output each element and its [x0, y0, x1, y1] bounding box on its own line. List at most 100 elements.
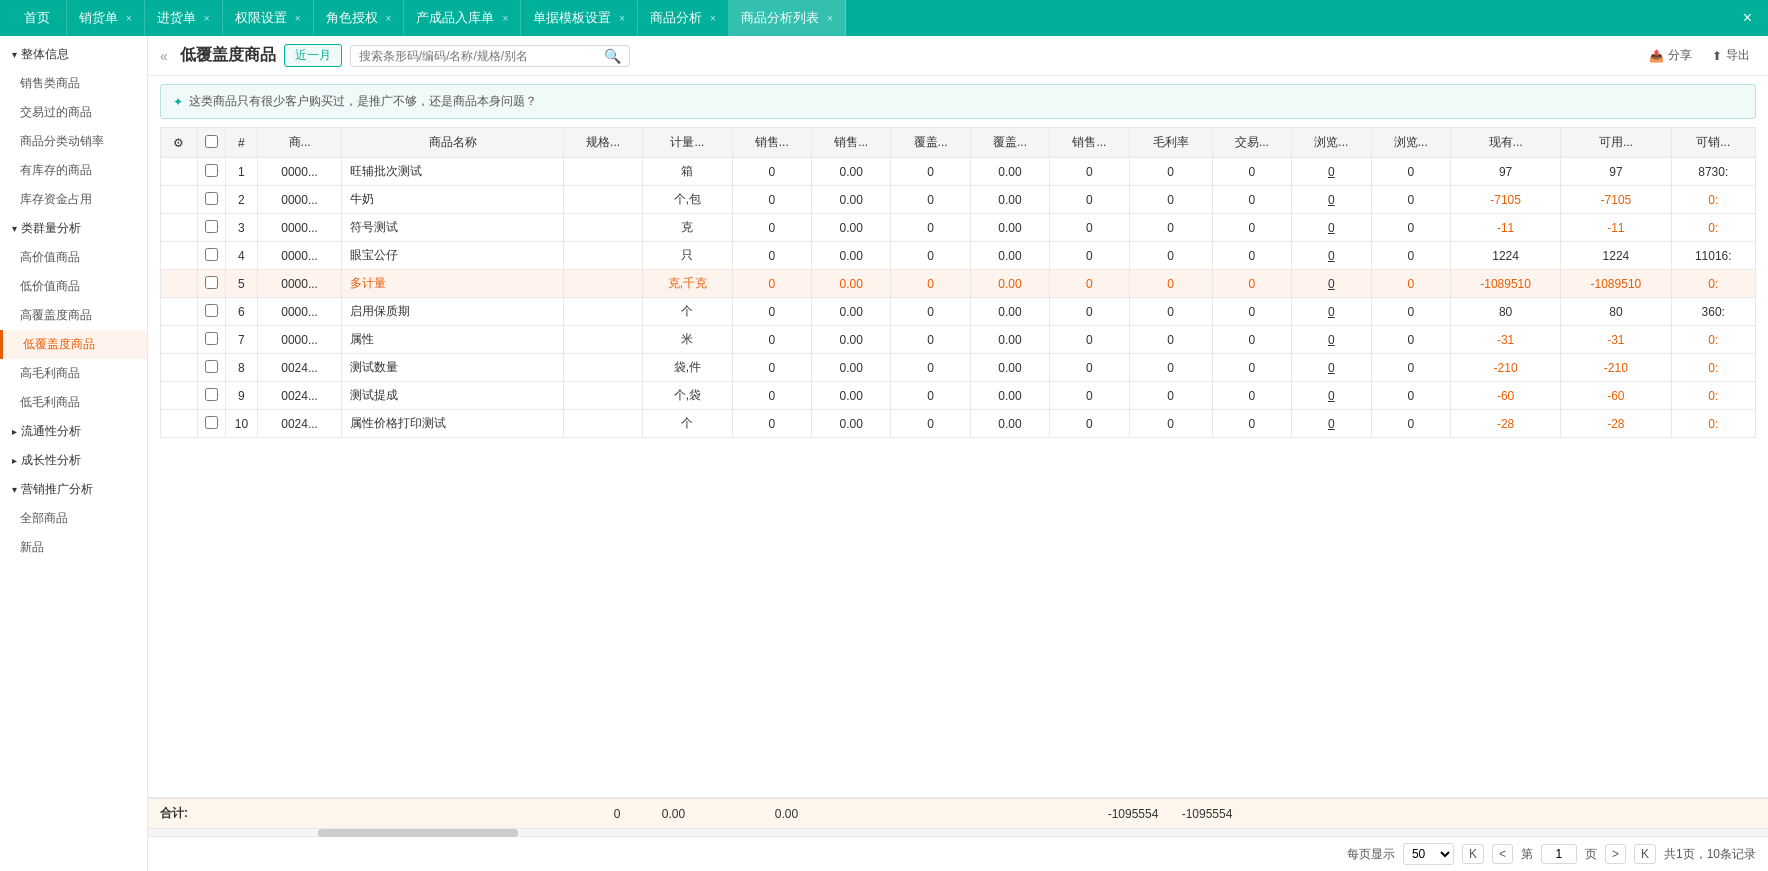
nav-tab-analysis-list[interactable]: 商品分析列表 ×	[729, 0, 846, 36]
sidebar-item-stock-capital[interactable]: 库存资金占用	[0, 185, 147, 214]
td-checkbox[interactable]	[197, 326, 225, 354]
browse1-link[interactable]: 0	[1328, 361, 1335, 375]
nav-tab-product-entry[interactable]: 产成品入库单 ×	[404, 0, 521, 36]
browse1-link[interactable]: 0	[1328, 249, 1335, 263]
td-settings	[161, 270, 198, 298]
td-browse1[interactable]: 0	[1292, 298, 1371, 326]
browse1-link[interactable]: 0	[1328, 221, 1335, 235]
nav-tab-template[interactable]: 单据模板设置 ×	[521, 0, 638, 36]
row-checkbox[interactable]	[205, 164, 218, 177]
next-page-button[interactable]: >	[1605, 844, 1626, 864]
row-checkbox[interactable]	[205, 304, 218, 317]
sidebar-section-flow[interactable]: ▸ 流通性分析	[0, 417, 147, 446]
td-browse1[interactable]: 0	[1292, 186, 1371, 214]
sidebar-item-new-goods[interactable]: 新品	[0, 533, 147, 562]
td-browse1[interactable]: 0	[1292, 242, 1371, 270]
sidebar-item-high-coverage[interactable]: 高覆盖度商品	[0, 301, 147, 330]
table-row: 3 0000... 符号测试 克 0 0.00 0 0.00 0 0 0 0 0…	[161, 214, 1756, 242]
td-checkbox[interactable]	[197, 298, 225, 326]
td-checkbox[interactable]	[197, 214, 225, 242]
sidebar-item-stock-goods[interactable]: 有库存的商品	[0, 156, 147, 185]
sidebar-item-low-value[interactable]: 低价值商品	[0, 272, 147, 301]
td-checkbox[interactable]	[197, 242, 225, 270]
nav-tab-analysis-list-close[interactable]: ×	[827, 13, 833, 24]
page-number-input[interactable]	[1541, 844, 1577, 864]
row-checkbox[interactable]	[205, 388, 218, 401]
td-checkbox[interactable]	[197, 382, 225, 410]
th-settings[interactable]: ⚙	[161, 128, 198, 158]
td-sales3: 0	[1050, 298, 1129, 326]
td-browse1[interactable]: 0	[1292, 214, 1371, 242]
nav-tab-template-close[interactable]: ×	[619, 13, 625, 24]
prev-page-button[interactable]: <	[1492, 844, 1513, 864]
sidebar-item-all-goods[interactable]: 全部商品	[0, 504, 147, 533]
td-trade: 0	[1212, 186, 1291, 214]
share-button[interactable]: 📤 分享	[1643, 45, 1698, 66]
nav-tab-purchase-close[interactable]: ×	[204, 13, 210, 24]
sidebar-section-marketing[interactable]: ▾ 营销推广分析	[0, 475, 147, 504]
sidebar-item-low-margin[interactable]: 低毛利商品	[0, 388, 147, 417]
row-checkbox[interactable]	[205, 276, 218, 289]
td-browse1[interactable]: 0	[1292, 382, 1371, 410]
page-size-select[interactable]: 50 100 200	[1403, 843, 1454, 865]
sidebar-item-category-rate[interactable]: 商品分类动销率	[0, 127, 147, 156]
td-checkbox[interactable]	[197, 158, 225, 186]
nav-tab-home[interactable]: 首页	[8, 0, 67, 36]
td-browse1[interactable]: 0	[1292, 158, 1371, 186]
nav-tab-sales[interactable]: 销货单 ×	[67, 0, 145, 36]
nav-tab-sales-close[interactable]: ×	[126, 13, 132, 24]
close-all-button[interactable]: ×	[1735, 9, 1760, 27]
sidebar-section-cluster[interactable]: ▾ 类群量分析	[0, 214, 147, 243]
row-checkbox[interactable]	[205, 416, 218, 429]
collapse-sidebar-button[interactable]: «	[160, 48, 168, 64]
td-sales-amount: 0.00	[811, 214, 890, 242]
browse1-link[interactable]: 0	[1328, 417, 1335, 431]
td-checkbox[interactable]	[197, 354, 225, 382]
nav-tab-permission[interactable]: 权限设置 ×	[223, 0, 314, 36]
td-browse1[interactable]: 0	[1292, 270, 1371, 298]
sidebar-item-traded-goods[interactable]: 交易过的商品	[0, 98, 147, 127]
sidebar-item-low-coverage[interactable]: 低覆盖度商品	[0, 330, 147, 359]
sidebar-section-growth[interactable]: ▸ 成长性分析	[0, 446, 147, 475]
sidebar-item-high-margin[interactable]: 高毛利商品	[0, 359, 147, 388]
browse1-link[interactable]: 0	[1328, 277, 1335, 291]
td-checkbox[interactable]	[197, 186, 225, 214]
nav-tab-role[interactable]: 角色授权 ×	[314, 0, 405, 36]
td-checkbox[interactable]	[197, 270, 225, 298]
last-page-button[interactable]: K	[1634, 844, 1656, 864]
filter-period-button[interactable]: 近一月	[284, 44, 342, 67]
search-icon[interactable]: 🔍	[604, 48, 621, 64]
sidebar-section-overall[interactable]: ▾ 整体信息	[0, 40, 147, 69]
td-checkbox[interactable]	[197, 410, 225, 438]
td-num: 4	[225, 242, 257, 270]
td-current: -210	[1450, 354, 1560, 382]
row-checkbox[interactable]	[205, 192, 218, 205]
export-button[interactable]: ⬆ 导出	[1706, 45, 1756, 66]
row-checkbox[interactable]	[205, 332, 218, 345]
browse1-link[interactable]: 0	[1328, 165, 1335, 179]
nav-tab-permission-close[interactable]: ×	[295, 13, 301, 24]
nav-tab-purchase[interactable]: 进货单 ×	[145, 0, 223, 36]
row-checkbox[interactable]	[205, 220, 218, 233]
td-browse1[interactable]: 0	[1292, 354, 1371, 382]
sidebar-item-high-value[interactable]: 高价值商品	[0, 243, 147, 272]
td-browse1[interactable]: 0	[1292, 410, 1371, 438]
nav-tab-product-entry-close[interactable]: ×	[502, 13, 508, 24]
td-browse1[interactable]: 0	[1292, 326, 1371, 354]
td-current: -60	[1450, 382, 1560, 410]
row-checkbox[interactable]	[205, 360, 218, 373]
nav-tab-role-close[interactable]: ×	[386, 13, 392, 24]
browse1-link[interactable]: 0	[1328, 193, 1335, 207]
browse1-link[interactable]: 0	[1328, 389, 1335, 403]
select-all-checkbox[interactable]	[205, 135, 218, 148]
th-checkbox[interactable]	[197, 128, 225, 158]
nav-tab-analysis[interactable]: 商品分析 ×	[638, 0, 729, 36]
browse1-link[interactable]: 0	[1328, 305, 1335, 319]
first-page-button[interactable]: K	[1462, 844, 1484, 864]
browse1-link[interactable]: 0	[1328, 333, 1335, 347]
table-container[interactable]: ⚙ # 商... 商品名称 规格... 计量... 销售... 销售... 覆盖…	[148, 127, 1768, 797]
sidebar-item-sales-goods[interactable]: 销售类商品	[0, 69, 147, 98]
row-checkbox[interactable]	[205, 248, 218, 261]
search-input[interactable]	[359, 49, 604, 63]
nav-tab-analysis-close[interactable]: ×	[710, 13, 716, 24]
